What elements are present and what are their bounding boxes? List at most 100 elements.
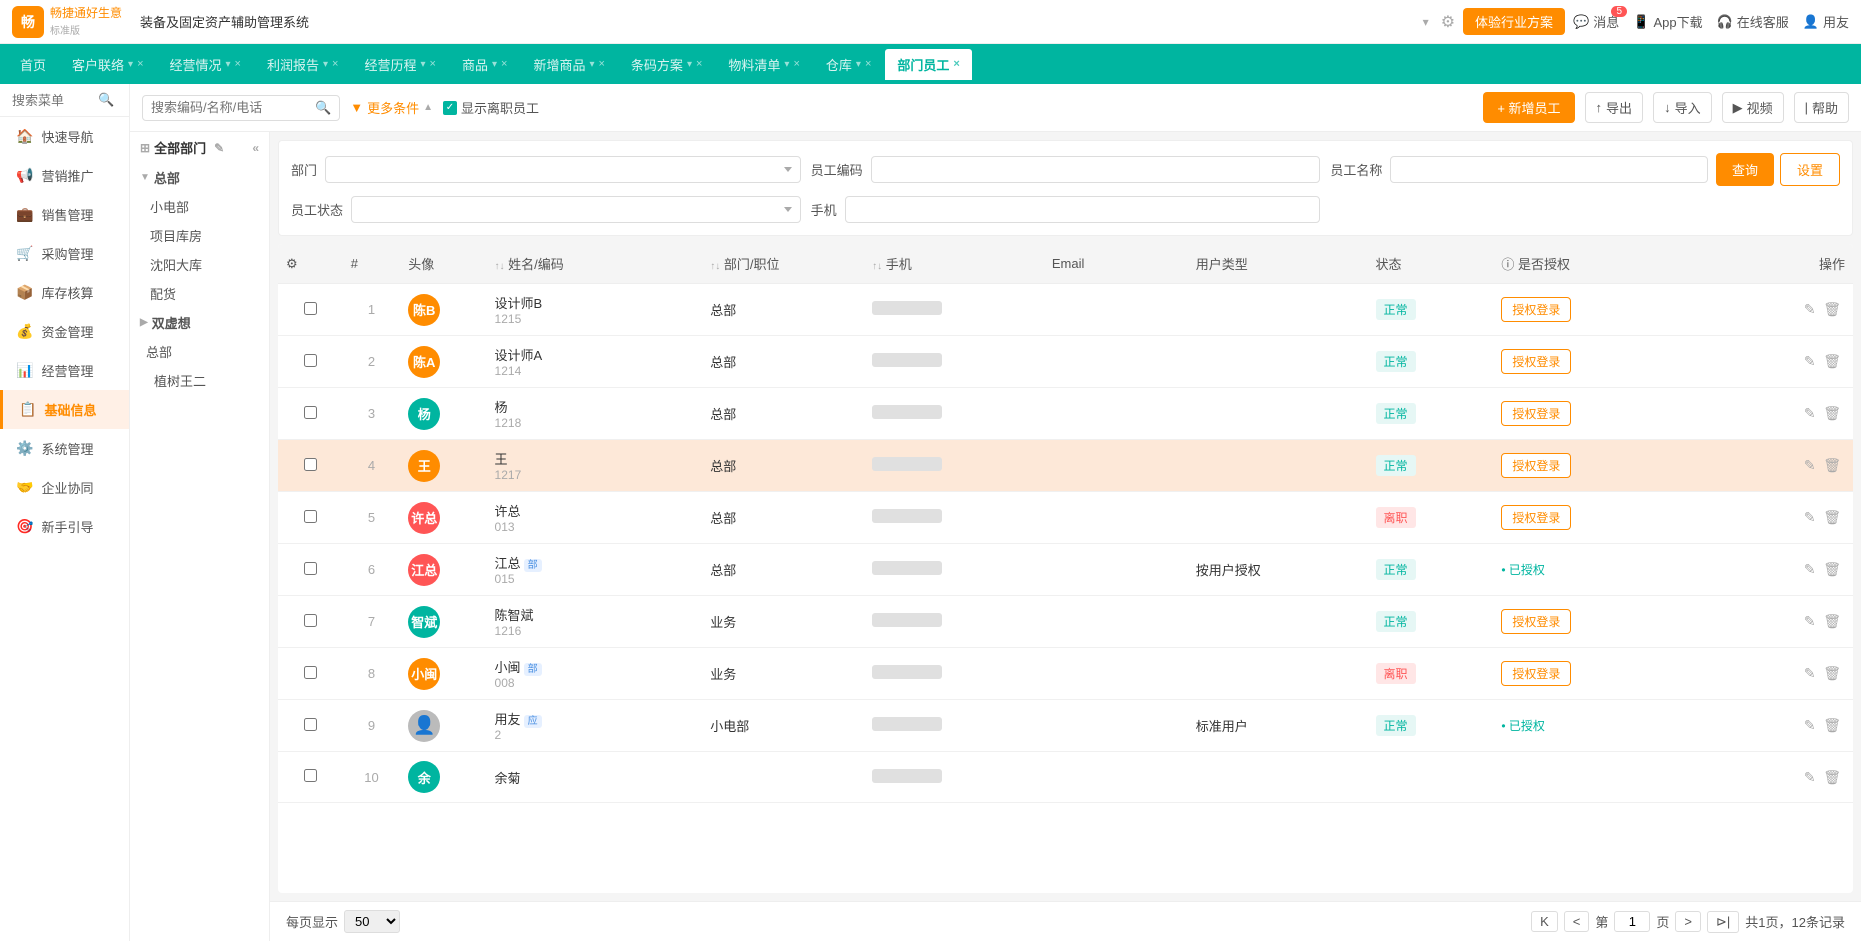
close-icon[interactable]: × — [430, 58, 436, 70]
query-button[interactable]: 查询 — [1716, 153, 1774, 186]
filter-dept-select[interactable] — [325, 156, 801, 183]
trial-button[interactable]: 体验行业方案 — [1463, 8, 1565, 35]
row-checkbox[interactable] — [278, 440, 343, 492]
close-icon[interactable]: × — [865, 58, 871, 70]
filter-phone-input[interactable] — [845, 196, 1321, 223]
edit-icon[interactable]: ✎ — [1804, 405, 1816, 421]
more-filter-btn[interactable]: ▼ 更多条件 ▲ — [350, 98, 433, 117]
delete-icon[interactable]: 🗑 — [1823, 717, 1841, 733]
col-phone[interactable]: ↑↓ 手机 — [864, 244, 1044, 284]
dept-item-shenyang[interactable]: 沈阳大库 — [134, 250, 269, 279]
auth-login-button[interactable]: 授权登录 — [1501, 401, 1571, 426]
filter-name-input[interactable] — [1390, 156, 1708, 183]
col-name-code[interactable]: ↑↓ 姓名/编码 — [487, 244, 703, 284]
sidebar-item-business[interactable]: 📊 经营管理 — [0, 351, 129, 390]
row-checkbox[interactable] — [278, 752, 343, 803]
close-icon[interactable]: × — [501, 58, 507, 70]
edit-icon[interactable]: ✎ — [1804, 509, 1816, 525]
close-icon[interactable]: × — [235, 58, 241, 70]
auth-login-button[interactable]: 授权登录 — [1501, 505, 1571, 530]
close-icon[interactable]: × — [332, 58, 338, 70]
row-checkbox[interactable] — [278, 700, 343, 752]
row-check-input[interactable] — [304, 406, 317, 419]
dept-edit-icon[interactable]: ✎ — [214, 141, 224, 155]
auth-login-button[interactable]: 授权登录 — [1501, 609, 1571, 634]
row-check-input[interactable] — [304, 718, 317, 731]
auth-login-button[interactable]: 授权登录 — [1501, 349, 1571, 374]
auth-login-button[interactable]: 授权登录 — [1501, 297, 1571, 322]
close-icon[interactable]: × — [696, 58, 702, 70]
sidebar-item-fastnav[interactable]: 🏠 快速导航 — [0, 117, 129, 156]
delete-icon[interactable]: 🗑 — [1823, 301, 1841, 317]
close-icon[interactable]: × — [953, 58, 959, 70]
page-number-input[interactable] — [1614, 911, 1650, 932]
row-check-input[interactable] — [304, 354, 317, 367]
dropdown-arrow[interactable]: ▾ — [1423, 15, 1429, 29]
delete-icon[interactable]: 🗑 — [1823, 353, 1841, 369]
edit-icon[interactable]: ✎ — [1804, 301, 1816, 317]
dept-item-xiaodian[interactable]: 小电部 — [134, 192, 269, 221]
row-check-input[interactable] — [304, 458, 317, 471]
dept-tree-parent-shuang[interactable]: ▶ 双虚想 — [130, 308, 269, 337]
edit-icon[interactable]: ✎ — [1804, 769, 1816, 785]
tab-customer[interactable]: 客户联络 ▾ × — [60, 49, 155, 80]
delete-icon[interactable]: 🗑 — [1823, 665, 1841, 681]
sidebar-item-inventory[interactable]: 📦 库存核算 — [0, 273, 129, 312]
show-inactive-toggle[interactable]: ✓ 显示离职员工 — [443, 98, 539, 117]
dept-item-peihuo[interactable]: 配货 — [134, 279, 269, 308]
export-button[interactable]: ↑ 导出 — [1585, 92, 1644, 123]
dept-item-zongbu[interactable]: 总部 — [130, 337, 269, 366]
edit-icon[interactable]: ✎ — [1804, 457, 1816, 473]
sidebar-item-system[interactable]: ⚙️ 系统管理 — [0, 429, 129, 468]
row-checkbox[interactable] — [278, 388, 343, 440]
app-download-btn[interactable]: 📱 App下载 — [1633, 12, 1702, 31]
sidebar-item-purchase[interactable]: 🛒 采购管理 — [0, 234, 129, 273]
close-icon[interactable]: × — [137, 58, 143, 70]
filter-code-input[interactable] — [871, 156, 1321, 183]
settings-icon[interactable]: ⚙ — [1441, 12, 1455, 32]
close-icon[interactable]: × — [793, 58, 799, 70]
tab-employees[interactable]: 部门员工 × — [885, 49, 971, 80]
row-check-input[interactable] — [304, 666, 317, 679]
delete-icon[interactable]: 🗑 — [1823, 509, 1841, 525]
last-page-button[interactable]: ⊳| — [1707, 911, 1739, 933]
edit-icon[interactable]: ✎ — [1804, 717, 1816, 733]
tab-goods[interactable]: 商品 ▾ × — [450, 49, 519, 80]
tab-journey[interactable]: 经营历程 ▾ × — [352, 49, 447, 80]
row-checkbox[interactable] — [278, 544, 343, 596]
search-input[interactable] — [151, 100, 311, 115]
row-checkbox[interactable] — [278, 336, 343, 388]
page-size-select[interactable]: 50 100 — [344, 910, 400, 933]
dept-item-zhishu[interactable]: 植树王二 — [130, 366, 269, 395]
row-check-input[interactable] — [304, 302, 317, 315]
dept-item-project[interactable]: 项目库房 — [134, 221, 269, 250]
delete-icon[interactable]: 🗑 — [1823, 561, 1841, 577]
message-btn[interactable]: 💬 消息 5 — [1573, 12, 1619, 31]
import-button[interactable]: ↓ 导入 — [1653, 92, 1712, 123]
delete-icon[interactable]: 🗑 — [1823, 613, 1841, 629]
view-button[interactable]: ▶ 视频 — [1722, 92, 1784, 123]
first-page-button[interactable]: K — [1531, 911, 1558, 932]
filter-status-select[interactable] — [351, 196, 801, 223]
auth-login-button[interactable]: 授权登录 — [1501, 661, 1571, 686]
row-checkbox[interactable] — [278, 596, 343, 648]
row-check-input[interactable] — [304, 769, 317, 782]
row-check-input[interactable] — [304, 510, 317, 523]
delete-icon[interactable]: 🗑 — [1823, 457, 1841, 473]
online-service-btn[interactable]: 🎧 在线客服 — [1717, 12, 1789, 31]
edit-icon[interactable]: ✎ — [1804, 561, 1816, 577]
row-check-input[interactable] — [304, 614, 317, 627]
user-btn[interactable]: 👤 用友 — [1803, 12, 1849, 31]
sidebar-item-marketing[interactable]: 📢 营销推广 — [0, 156, 129, 195]
sidebar-item-finance[interactable]: 💰 资金管理 — [0, 312, 129, 351]
tab-operations[interactable]: 经营情况 ▾ × — [158, 49, 253, 80]
settings-gear-icon[interactable]: ⚙ — [286, 256, 298, 271]
help-button[interactable]: | 帮助 — [1794, 92, 1849, 123]
row-checkbox[interactable] — [278, 648, 343, 700]
dept-tree-parent-hq[interactable]: ▼ 总部 — [130, 163, 269, 192]
sidebar-item-base[interactable]: 📋 基础信息 — [0, 390, 129, 429]
search-icon[interactable]: 🔍 — [315, 100, 331, 116]
tab-barcode[interactable]: 条码方案 ▾ × — [619, 49, 714, 80]
row-check-input[interactable] — [304, 562, 317, 575]
tab-bom[interactable]: 物料清单 ▾ × — [716, 49, 811, 80]
